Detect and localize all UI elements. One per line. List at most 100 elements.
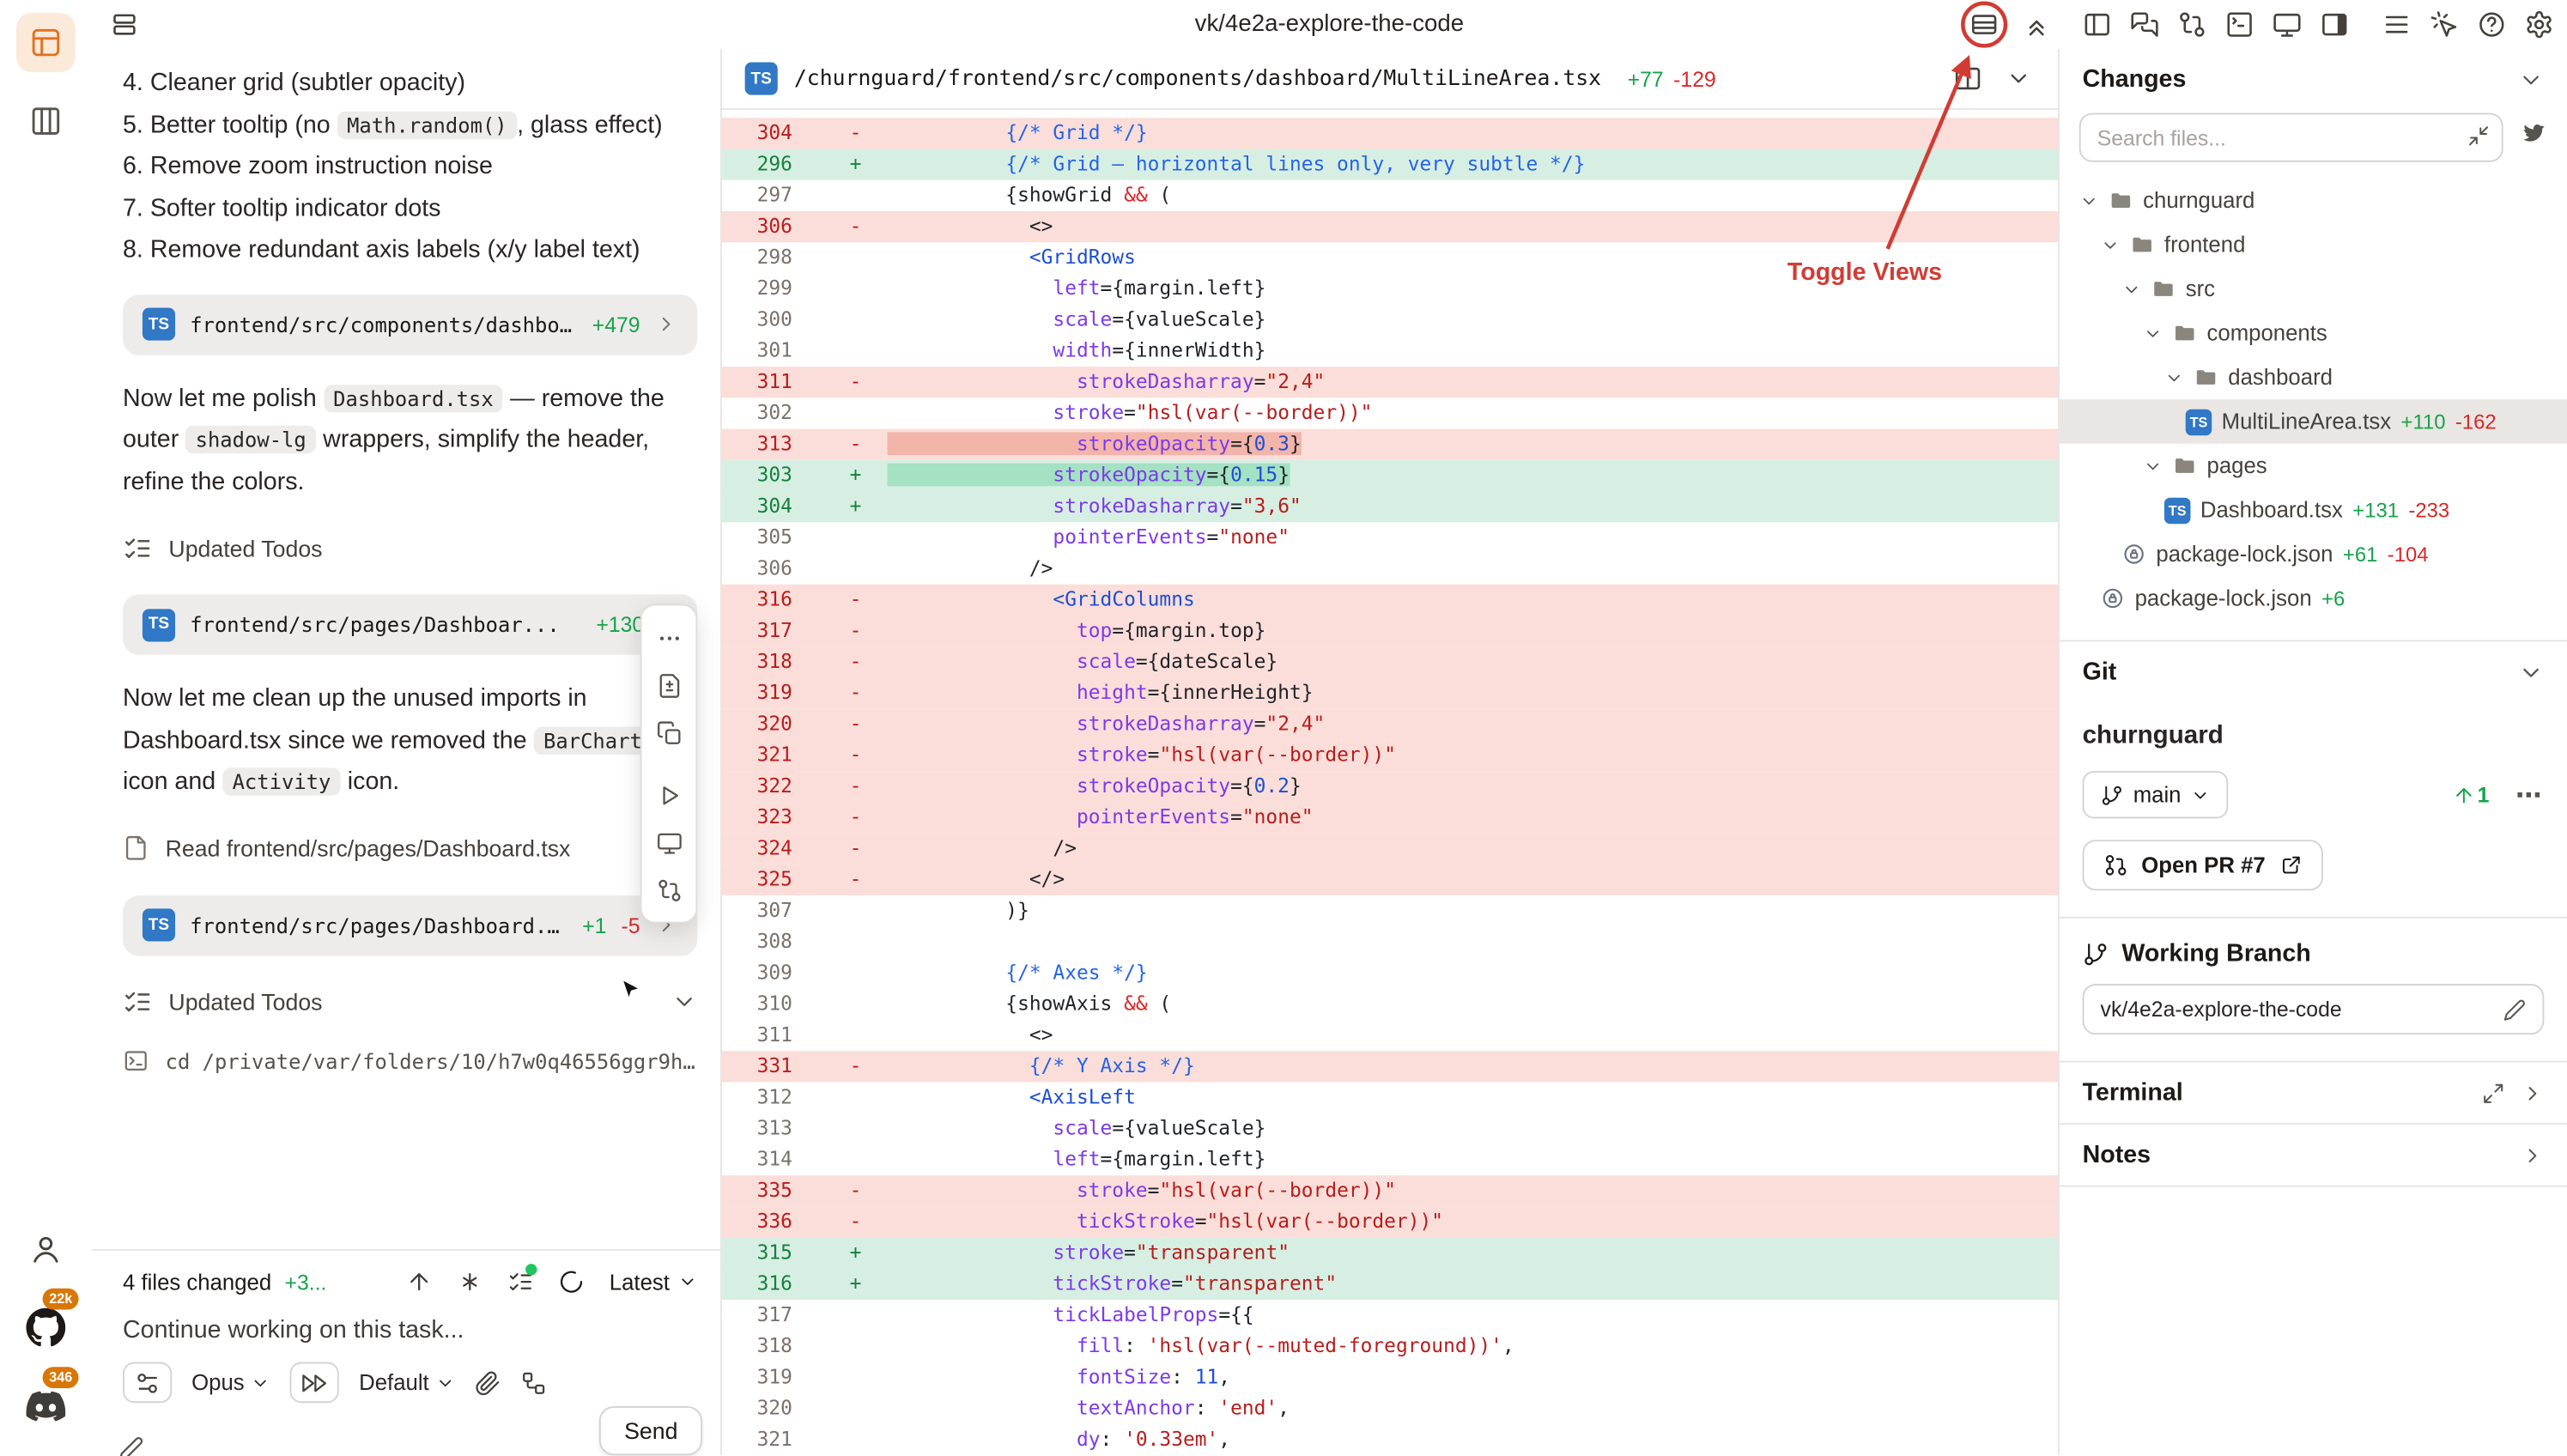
tree-item-name: churnguard [2143, 188, 2254, 213]
diff-line: 299 left={margin.left} [722, 273, 2058, 304]
line-number: 302 [722, 397, 807, 428]
github-button[interactable]: 22k [15, 1298, 76, 1357]
left-panel-button[interactable] [2083, 9, 2112, 39]
diff-marker [807, 305, 887, 336]
edit-icon[interactable] [118, 1435, 144, 1456]
notes-section-header[interactable]: Notes [2060, 1125, 2567, 1186]
tree-folder-dashboard[interactable]: dashboard [2060, 355, 2567, 399]
bird-button[interactable] [2518, 118, 2547, 156]
line-number: 320 [722, 709, 807, 740]
tree-file-package-lock.json[interactable]: package-lock.json+6 [2060, 576, 2567, 620]
fast-forward-button[interactable] [290, 1362, 339, 1404]
file-chip[interactable]: TSfrontend/src/components/dashboa...+479 [123, 294, 697, 355]
settings-button[interactable] [2524, 9, 2553, 39]
diff-mode-button[interactable] [2177, 9, 2206, 39]
right-panel-button[interactable] [2320, 9, 2349, 39]
asterisk-icon [457, 1269, 483, 1295]
line-number: 322 [722, 771, 807, 802]
activity-button[interactable] [457, 1269, 483, 1295]
tree-folder-churnguard[interactable]: churnguard [2060, 179, 2567, 222]
run-button[interactable] [646, 773, 690, 816]
open-pr-button[interactable]: Open PR #7 [2083, 840, 2323, 890]
tree-file-Dashboard.tsx[interactable]: TSDashboard.tsx+131-233 [2060, 488, 2567, 531]
tree-folder-pages[interactable]: pages [2060, 444, 2567, 488]
diff-line: 317 tickLabelProps={{ [722, 1300, 2058, 1331]
diff-marker: + [807, 149, 887, 180]
discord-button[interactable]: 346 [15, 1377, 76, 1436]
toggle-views-button[interactable] [1969, 9, 1999, 39]
collapse-file-button[interactable] [2006, 65, 2032, 92]
terminal-row[interactable]: cd /private/var/folders/10/h7w0q46556ggr… [123, 1037, 697, 1084]
more-options-button[interactable] [646, 616, 690, 659]
doc-row[interactable]: Read frontend/src/pages/Dashboard.tsx [123, 824, 697, 871]
files-changed-label[interactable]: 4 files changed [123, 1270, 271, 1295]
code-text: strokeDasharray="2,4" [888, 709, 1326, 740]
diff-marker [807, 1020, 887, 1051]
compare-button[interactable] [646, 868, 690, 912]
workspaces-button[interactable] [16, 13, 76, 72]
commits-ahead[interactable]: 1 [2453, 782, 2489, 807]
chat-panel: 4. Cleaner grid (subtler opacity)5. Bett… [92, 49, 722, 1455]
main-area: 4. Cleaner grid (subtler opacity)5. Bett… [92, 49, 2567, 1455]
expand-icon[interactable] [2482, 1082, 2505, 1105]
attach-button[interactable] [475, 1369, 501, 1396]
tree-file-package-lock.json[interactable]: package-lock.json+61-104 [2060, 532, 2567, 576]
tree-folder-src[interactable]: src [2060, 267, 2567, 311]
todos-row[interactable]: Updated Todos [123, 978, 697, 1025]
preview-mode-button[interactable] [2273, 9, 2302, 39]
line-number: 312 [722, 1082, 807, 1113]
tree-folder-components[interactable]: components [2060, 311, 2567, 355]
diff-line: 317- top={margin.top} [722, 616, 2058, 646]
help-button[interactable] [2477, 9, 2506, 39]
profile-button[interactable] [15, 1220, 76, 1279]
working-branch-box[interactable]: vk/4e2a-explore-the-code [2083, 984, 2545, 1034]
copy-button[interactable] [646, 711, 690, 755]
file-chip[interactable]: TSfrontend/src/pages/Dashboard.tsx+1-5 [123, 895, 697, 956]
search-input[interactable] [2079, 113, 2503, 162]
chevrons-up-icon [2022, 9, 2051, 39]
branch-selector[interactable]: main [2083, 771, 2229, 818]
pointer-mode-button[interactable] [2430, 9, 2459, 39]
todos-row[interactable]: Updated Todos [123, 524, 697, 571]
diff-body[interactable]: 304- {/* Grid */}296+ {/* Grid — horizon… [722, 110, 2058, 1455]
spinner-icon [559, 1269, 586, 1295]
git-more-button[interactable]: ⋯ [2515, 779, 2544, 811]
diff-marker [807, 1144, 887, 1175]
send-button[interactable]: Send [599, 1406, 702, 1455]
mode-dropdown[interactable]: Default [359, 1370, 455, 1395]
chat-input[interactable] [92, 1298, 720, 1350]
diff-line: 321 dy: '0.33em', [722, 1424, 2058, 1455]
pencil-icon[interactable] [2503, 998, 2527, 1021]
options-button[interactable] [123, 1362, 172, 1404]
board-view-button[interactable] [16, 92, 76, 151]
tree-item-name: MultiLineArea.tsx [2222, 410, 2391, 434]
workflow-button[interactable] [521, 1369, 548, 1396]
terminal-section-header[interactable]: Terminal [2060, 1063, 2567, 1124]
terminal-mode-button[interactable] [2224, 9, 2254, 39]
collapse-panels-button[interactable] [2022, 9, 2051, 39]
changes-section-header[interactable]: Changes [2060, 49, 2567, 110]
added-count: +131 [2352, 499, 2399, 522]
tree-folder-frontend[interactable]: frontend [2060, 222, 2567, 266]
file-diff-button[interactable] [646, 663, 690, 707]
threads-button[interactable] [92, 9, 139, 39]
file-chip[interactable]: TSfrontend/src/pages/Dashboar...+130-2 [123, 594, 697, 655]
line-number: 307 [722, 895, 807, 926]
diff-marker: + [807, 460, 887, 491]
scroll-top-button[interactable] [406, 1269, 433, 1295]
menu-button[interactable] [2382, 9, 2412, 39]
collapse-tree-button[interactable] [2467, 124, 2491, 155]
line-number: 324 [722, 834, 807, 864]
model-dropdown[interactable]: Opus [191, 1370, 270, 1395]
diff-panel: TS /churnguard/frontend/src/components/d… [722, 49, 2060, 1455]
diff-line: 322- strokeOpacity={0.2} [722, 771, 2058, 802]
latest-dropdown[interactable]: Latest [610, 1270, 698, 1295]
diff-marker: - [807, 802, 887, 833]
todos-status-button[interactable] [508, 1269, 535, 1295]
tree-file-MultiLineArea.tsx[interactable]: TSMultiLineArea.tsx+110-162 [2060, 399, 2567, 443]
diff-view-toggle-button[interactable] [1953, 64, 1982, 93]
chats-button[interactable] [2130, 9, 2159, 39]
line-number: 325 [722, 864, 807, 895]
git-section-header[interactable]: Git [2060, 642, 2567, 703]
preview-button[interactable] [646, 820, 690, 864]
